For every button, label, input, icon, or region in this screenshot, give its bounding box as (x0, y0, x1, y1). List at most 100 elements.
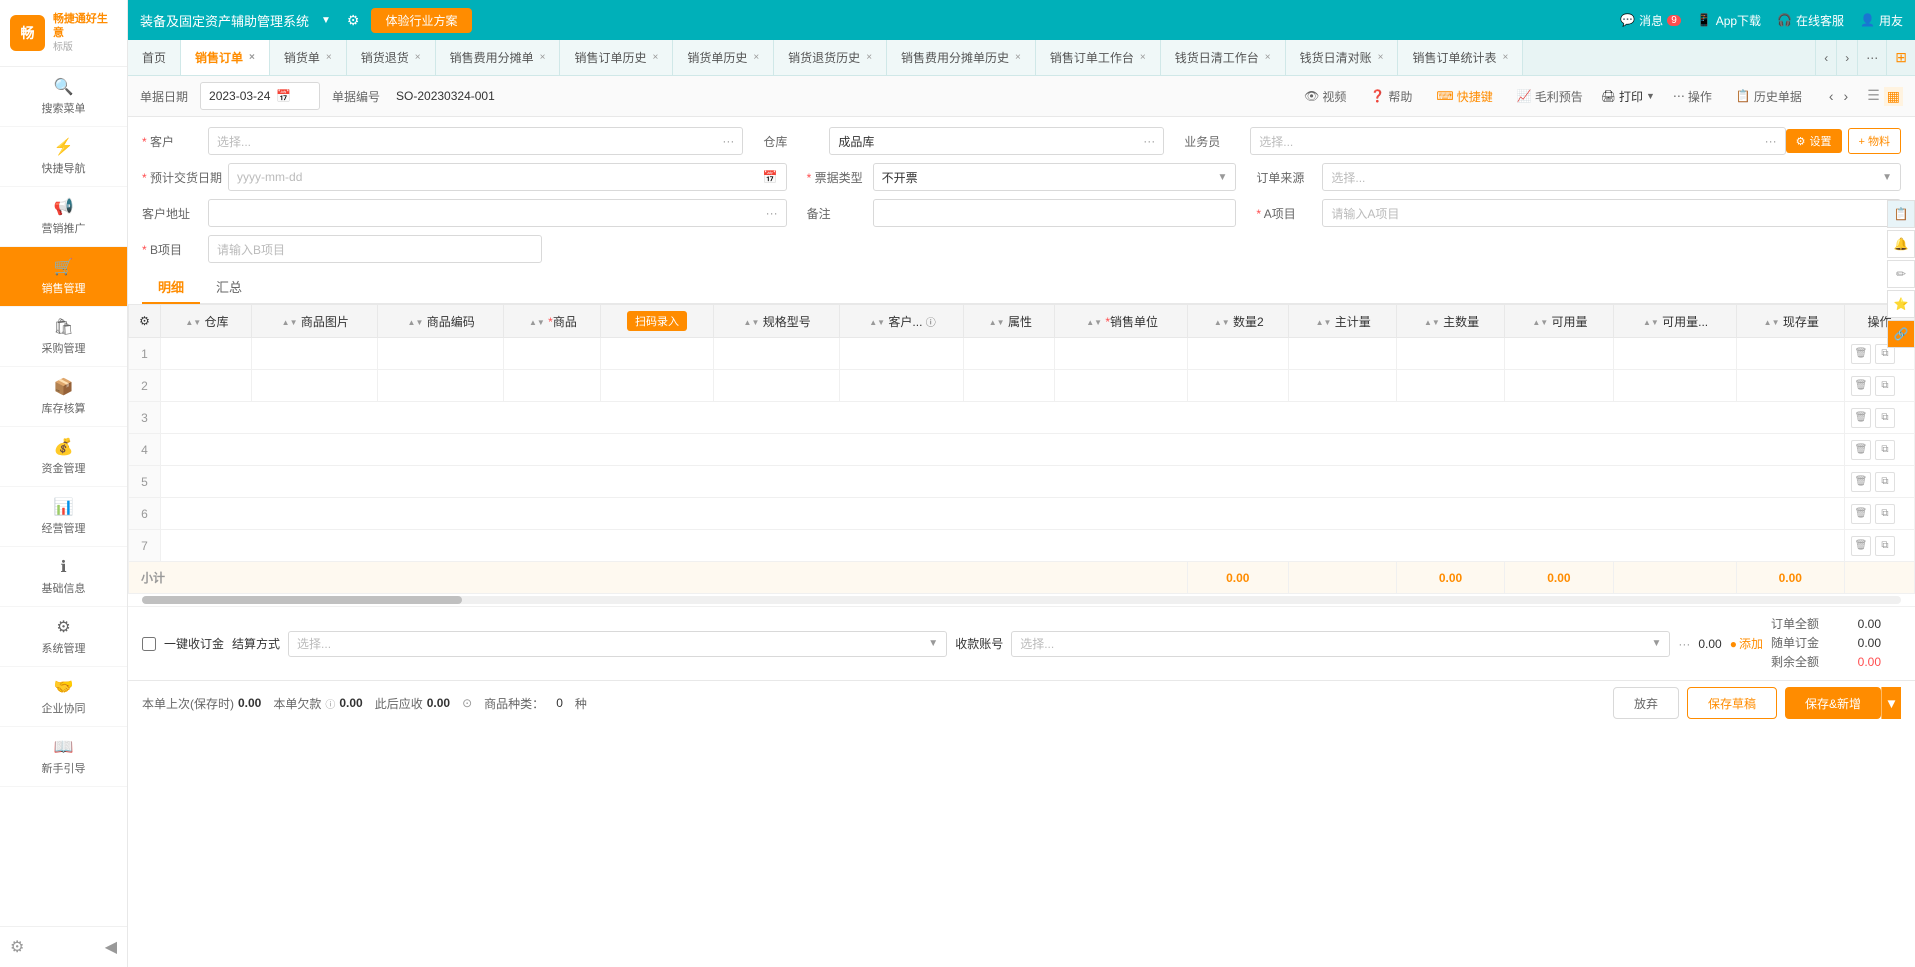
tab-close-icon[interactable]: × (753, 52, 759, 63)
settings-icon[interactable]: ⚙ (10, 937, 24, 957)
date-input[interactable]: 2023-03-24 📅 (200, 82, 320, 110)
print-button[interactable]: 🖨 打印 ▼ (1601, 88, 1655, 105)
cell-qty2[interactable] (1187, 370, 1288, 402)
view-button[interactable]: 👁 视频 (1298, 86, 1352, 107)
sidebar-item-marketing[interactable]: 📢 营销推广 (0, 187, 127, 247)
tab-sales-order-history[interactable]: 销售订单历史 × (560, 40, 673, 76)
save-new-dropdown-button[interactable]: ▼ (1881, 687, 1901, 719)
col-settings[interactable]: ⚙ (129, 305, 161, 338)
add-material-button[interactable]: + 物料 (1848, 128, 1901, 154)
history-button[interactable]: 📋 历史单据 (1730, 86, 1808, 107)
a-project-input[interactable]: 请输入A项目 (1322, 199, 1901, 227)
tab-close-icon[interactable]: × (1502, 52, 1508, 63)
cell-product[interactable] (503, 370, 601, 402)
one-click-payment-checkbox[interactable] (142, 637, 156, 651)
cell-current-stock[interactable] (1736, 370, 1844, 402)
settings-gear-icon[interactable]: ⚙ (347, 12, 360, 29)
shortcut-button[interactable]: ⌨ 快捷键 (1430, 86, 1498, 107)
cell-scan[interactable] (601, 370, 713, 402)
tab-close-icon[interactable]: × (1378, 52, 1384, 63)
tab-home[interactable]: 首页 (128, 40, 181, 76)
delete-row-button[interactable]: 🗑 (1851, 472, 1871, 492)
cell-available[interactable] (1505, 338, 1613, 370)
cell-spec[interactable] (713, 338, 839, 370)
sidebar-item-finance[interactable]: 💰 资金管理 (0, 427, 127, 487)
user-item[interactable]: 👤 用友 (1860, 12, 1903, 29)
tab-detail[interactable]: 明细 (142, 271, 200, 304)
cell-attr[interactable] (964, 370, 1055, 402)
tab-close-icon[interactable]: × (652, 52, 658, 63)
delete-row-button[interactable]: 🗑 (1851, 344, 1871, 364)
cell-image[interactable] (251, 338, 377, 370)
tab-return-history[interactable]: 销货退货历史 × (774, 40, 887, 76)
nav-right-icon[interactable]: › (1841, 88, 1852, 104)
copy-row-button[interactable]: ⧉ (1875, 376, 1895, 396)
tab-sales-stats[interactable]: 销售订单统计表 × (1398, 40, 1523, 76)
cell-code[interactable] (377, 338, 503, 370)
delete-row-button[interactable]: 🗑 (1851, 504, 1871, 524)
industry-solution-button[interactable]: 体验行业方案 (371, 8, 471, 33)
scrollbar-thumb[interactable] (142, 596, 462, 604)
rfb-4[interactable]: ⭐ (1887, 290, 1915, 318)
save-draft-button[interactable]: 保存草稿 (1687, 687, 1777, 719)
rfb-2[interactable]: 🔔 (1887, 230, 1915, 258)
delete-row-button[interactable]: 🗑 (1851, 376, 1871, 396)
delete-row-button[interactable]: 🗑 (1851, 536, 1871, 556)
tab-close-icon[interactable]: × (866, 52, 872, 63)
tab-summary[interactable]: 汇总 (200, 271, 258, 304)
cell-available2[interactable] (1613, 338, 1736, 370)
tab-close-icon[interactable]: × (249, 52, 255, 63)
cell-available2[interactable] (1613, 370, 1736, 402)
payment-method-select[interactable]: 选择... ▼ (288, 631, 947, 657)
sidebar-item-search[interactable]: 🔍 搜索菜单 (0, 67, 127, 127)
cell-image[interactable] (251, 370, 377, 402)
cell-spec[interactable] (713, 370, 839, 402)
tab-more-button[interactable]: ⋯ (1857, 40, 1886, 76)
cell-main-unit[interactable] (1288, 338, 1396, 370)
copy-row-button[interactable]: ⧉ (1875, 504, 1895, 524)
warehouse-input[interactable]: 成品库 ··· (829, 127, 1164, 155)
save-new-button[interactable]: 保存&新增 (1785, 687, 1881, 719)
cell-scan[interactable] (601, 338, 713, 370)
sidebar-item-inventory[interactable]: 📦 库存核算 (0, 367, 127, 427)
collapse-icon[interactable]: ◀ (105, 937, 117, 957)
sidebar-item-basic[interactable]: ℹ 基础信息 (0, 547, 127, 607)
copy-row-button[interactable]: ⧉ (1875, 536, 1895, 556)
tab-close-icon[interactable]: × (326, 52, 332, 63)
system-title[interactable]: 装备及固定资产辅助管理系统 (140, 11, 309, 30)
discard-button[interactable]: 放弃 (1613, 687, 1679, 719)
tab-next-button[interactable]: › (1836, 40, 1857, 76)
tab-close-icon[interactable]: × (1140, 52, 1146, 63)
tab-daily-reconcile[interactable]: 钱货日清对账 × (1286, 40, 1399, 76)
cell-main-qty[interactable] (1396, 370, 1504, 402)
tab-close-icon[interactable]: × (415, 52, 421, 63)
account-select[interactable]: 选择... ▼ (1011, 631, 1670, 657)
delivery-date-input[interactable]: yyyy-mm-dd 📅 (228, 163, 787, 191)
sidebar-item-purchase[interactable]: 🛍 采购管理 (0, 307, 127, 367)
b-project-input[interactable]: 请输入B项目 (208, 235, 542, 263)
rfb-3[interactable]: ✏ (1887, 260, 1915, 288)
cell-current-stock[interactable] (1736, 338, 1844, 370)
tab-daily-workbench[interactable]: 钱货日清工作台 × (1161, 40, 1286, 76)
message-item[interactable]: 💬 消息 9 (1620, 12, 1681, 29)
settings-button[interactable]: ⚙ 设置 (1786, 129, 1842, 153)
tab-sales-fee-split[interactable]: 销售费用分摊单 × (436, 40, 561, 76)
horizontal-scrollbar[interactable] (142, 596, 1901, 604)
tab-close-icon[interactable]: × (1265, 52, 1271, 63)
sidebar-item-sales[interactable]: 🛒 销售管理 (0, 247, 127, 307)
tab-prev-button[interactable]: ‹ (1815, 40, 1836, 76)
sidebar-item-system[interactable]: ⚙ 系统管理 (0, 607, 127, 667)
grid-view-icon[interactable]: ▦ (1884, 87, 1903, 106)
tab-close-icon[interactable]: × (1015, 52, 1021, 63)
cell-warehouse[interactable] (161, 338, 252, 370)
cell-warehouse[interactable] (161, 370, 252, 402)
product-count-icon[interactable]: ⊙ (462, 696, 472, 710)
sidebar-item-cooperation[interactable]: 🤝 企业协同 (0, 667, 127, 727)
tab-order-workbench[interactable]: 销售订单工作台 × (1036, 40, 1161, 76)
sidebar-item-quick[interactable]: ⚡ 快捷导航 (0, 127, 127, 187)
tab-fee-history[interactable]: 销售费用分摊单历史 × (887, 40, 1036, 76)
cell-unit[interactable] (1055, 370, 1188, 402)
rfb-1[interactable]: 📋 (1887, 200, 1915, 228)
copy-row-button[interactable]: ⧉ (1875, 440, 1895, 460)
info-icon[interactable]: ⓘ (325, 696, 335, 711)
